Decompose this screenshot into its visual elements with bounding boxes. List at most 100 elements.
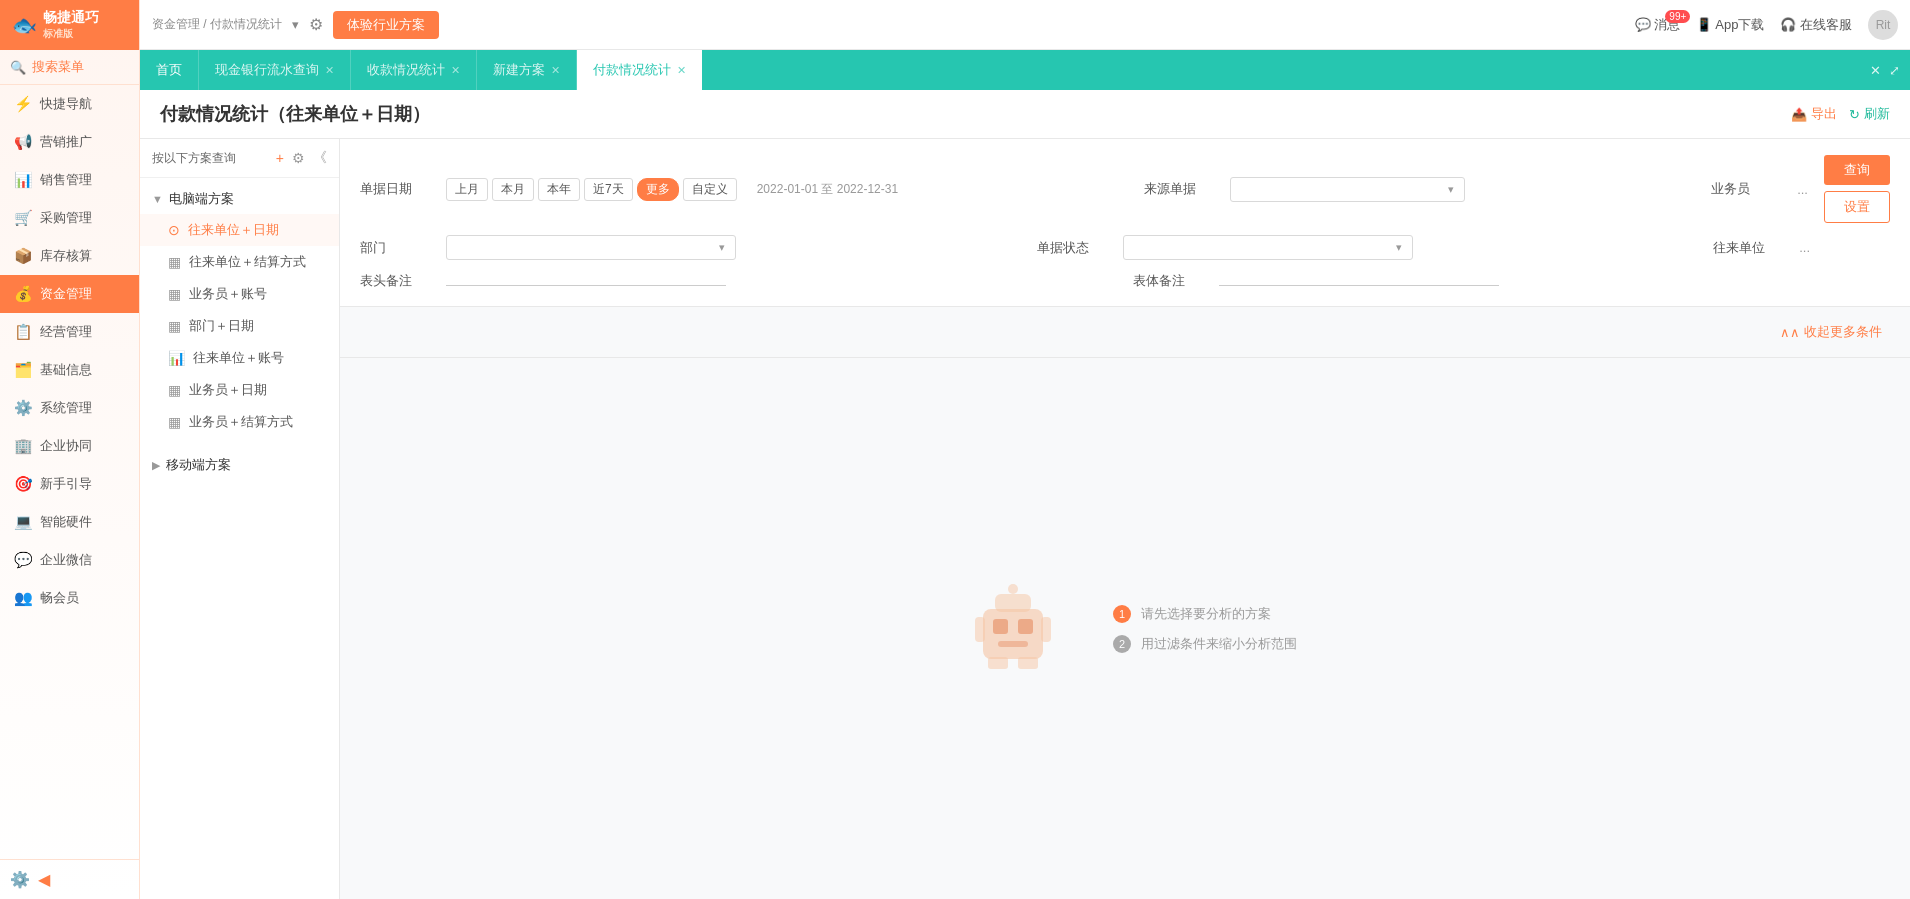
sidebar-icon-guide: 🎯: [14, 475, 32, 493]
date-btn-custom[interactable]: 自定义: [683, 178, 737, 201]
sidebar-logo: 🐟 畅捷通巧 标准版: [0, 0, 139, 50]
tree-item-staff-date[interactable]: ▦业务员＋日期: [140, 374, 339, 406]
empty-state: 1 请先选择要分析的方案 2 用过滤条件来缩小分析范围: [340, 358, 1910, 899]
tree-item-staff-settle[interactable]: ▦业务员＋结算方式: [140, 406, 339, 438]
date-range-display: 2022-01-01 至 2022-12-31: [757, 181, 898, 198]
sidebar-item-capital[interactable]: 💰 资金管理: [0, 275, 139, 313]
doc-status-arrow-icon: ▾: [1396, 241, 1402, 254]
sidebar-item-marketing[interactable]: 📢营销推广: [0, 123, 139, 161]
sidebar-label-member: 畅会员: [40, 589, 79, 607]
date-btn-last-month[interactable]: 上月: [446, 178, 488, 201]
tab-payment[interactable]: 付款情况统计✕: [577, 50, 702, 90]
collapse-btn[interactable]: ∧∧ 收起更多条件: [1772, 315, 1890, 349]
tabbar-close-icon[interactable]: ✕: [1870, 63, 1881, 78]
tree-item-unit-settle[interactable]: ▦往来单位＋结算方式: [140, 246, 339, 278]
sidebar-item-quick-nav[interactable]: ⚡快捷导航: [0, 85, 139, 123]
service-btn[interactable]: 🎧 在线客服: [1780, 16, 1852, 34]
tab-bank[interactable]: 现金银行流水查询 ✕: [199, 50, 351, 90]
refresh-btn[interactable]: ↻ 刷新: [1849, 105, 1890, 123]
dept-select[interactable]: ▾: [446, 235, 736, 260]
tree-item-dept-date[interactable]: ▦ 部门＋日期: [140, 310, 339, 342]
sidebar-label-marketing: 营销推广: [40, 133, 92, 151]
sidebar-item-inventory[interactable]: 📦库存核算: [0, 237, 139, 275]
staff-more-btn[interactable]: ...: [1797, 182, 1808, 197]
counterpart-more-btn[interactable]: ...: [1799, 240, 1810, 255]
desktop-section-header[interactable]: ▼ 电脑端方案: [140, 184, 339, 214]
tab-close-payment[interactable]: ✕: [677, 64, 686, 77]
settings-btn[interactable]: 设置: [1824, 191, 1890, 223]
tree-icon-unit-settle: ▦: [168, 254, 181, 270]
doc-status-select[interactable]: ▾: [1123, 235, 1413, 260]
desktop-section: ▼ 电脑端方案 ⊙往来单位＋日期▦往来单位＋结算方式▦业务员＋账号▦部门＋日期📊…: [140, 178, 339, 444]
sidebar-item-member[interactable]: 👥畅会员: [0, 579, 139, 617]
tabbar-expand-icon[interactable]: ⤢: [1889, 63, 1900, 78]
mobile-section-header[interactable]: ▶ 移动端方案: [140, 450, 339, 480]
breadcrumb-dropdown[interactable]: ▾: [292, 17, 299, 32]
tip-text-2: 用过滤条件来缩小分析范围: [1141, 635, 1297, 653]
topbar-settings-icon[interactable]: ⚙: [309, 15, 323, 34]
refresh-icon: ↻: [1849, 107, 1860, 122]
tab-close-bank[interactable]: ✕: [325, 64, 334, 77]
sidebar-label-system: 系统管理: [40, 399, 92, 417]
tab-close-receipt[interactable]: ✕: [451, 64, 460, 77]
sidebar-settings-icon[interactable]: ⚙️: [10, 870, 30, 889]
empty-tip-1: 1 请先选择要分析的方案: [1113, 605, 1297, 623]
scheme-settings-icon[interactable]: ⚙: [292, 150, 305, 166]
date-btn-last-7days[interactable]: 近7天: [584, 178, 633, 201]
page-title: 付款情况统计（往来单位＋日期）: [160, 102, 430, 126]
sidebar-item-hardware[interactable]: 💻智能硬件: [0, 503, 139, 541]
body-note-field[interactable]: [1219, 277, 1499, 286]
source-select[interactable]: ▾: [1230, 177, 1466, 202]
sidebar-label-hardware: 智能硬件: [40, 513, 92, 531]
sidebar-item-purchase[interactable]: 🛒采购管理: [0, 199, 139, 237]
dept-arrow-icon: ▾: [719, 241, 725, 254]
date-btn-this-month[interactable]: 本月: [492, 178, 534, 201]
tip-text-1: 请先选择要分析的方案: [1141, 605, 1271, 623]
body-note-label: 表体备注: [1133, 272, 1203, 290]
query-btn[interactable]: 查询: [1824, 155, 1890, 185]
sidebar-item-wechat[interactable]: 💬企业微信: [0, 541, 139, 579]
avatar[interactable]: Rit: [1868, 10, 1898, 40]
filter-bottom-bar: ∧∧ 收起更多条件: [340, 307, 1910, 358]
filter-row-1: 单据日期 上月 本月 本年 近7天 更多 自定义 2022-01-01 至 20…: [360, 155, 1890, 223]
trial-btn[interactable]: 体验行业方案: [333, 11, 439, 39]
date-btn-this-year[interactable]: 本年: [538, 178, 580, 201]
messages-btn[interactable]: 💬 消息 99+: [1635, 16, 1681, 34]
sidebar-item-basic[interactable]: 🗂️基础信息: [0, 351, 139, 389]
scheme-collapse-icon[interactable]: 《: [313, 149, 327, 167]
filter-panel: 单据日期 上月 本月 本年 近7天 更多 自定义 2022-01-01 至 20…: [340, 139, 1910, 899]
tree-label-staff-settle: 业务员＋结算方式: [189, 413, 293, 431]
app-icon: 📱: [1696, 17, 1712, 32]
tab-new-plan[interactable]: 新建方案✕: [477, 50, 577, 90]
tab-label-home: 首页: [156, 61, 182, 79]
tab-home[interactable]: 首页: [140, 50, 199, 90]
sidebar-item-operation[interactable]: 📋经营管理: [0, 313, 139, 351]
sidebar-item-guide[interactable]: 🎯新手引导: [0, 465, 139, 503]
sidebar-icon-sales: 📊: [14, 171, 32, 189]
tree-item-unit-account[interactable]: 📊往来单位＋账号: [140, 342, 339, 374]
sidebar-icon-operation: 📋: [14, 323, 32, 341]
tree-icon-unit-date: ⊙: [168, 222, 180, 238]
sidebar-search[interactable]: 🔍 搜索菜单: [0, 50, 139, 85]
sidebar-item-enterprise[interactable]: 🏢企业协同: [0, 427, 139, 465]
tree-label-staff-account: 业务员＋账号: [189, 285, 267, 303]
messages-badge: 99+: [1665, 10, 1690, 23]
tree-icon-dept-date: ▦: [168, 318, 181, 334]
app-download-btn[interactable]: 📱 App下载: [1696, 16, 1764, 34]
tab-label-bank: 现金银行流水查询: [215, 61, 319, 79]
sidebar-label-capital: 资金管理: [40, 285, 92, 303]
sidebar-item-system[interactable]: ⚙️系统管理: [0, 389, 139, 427]
export-btn[interactable]: 📤 导出: [1791, 105, 1837, 123]
add-scheme-icon[interactable]: +: [276, 150, 284, 166]
header-note-field[interactable]: [446, 277, 726, 286]
tree-item-unit-date[interactable]: ⊙往来单位＋日期: [140, 214, 339, 246]
tab-receipt[interactable]: 收款情况统计✕: [351, 50, 477, 90]
tree-label-dept-date: 部门＋日期: [189, 317, 254, 335]
sidebar-item-sales[interactable]: 📊销售管理: [0, 161, 139, 199]
sidebar-icon-capital: 💰: [14, 285, 32, 303]
sidebar-collapse-icon[interactable]: ◀: [38, 870, 50, 889]
tab-close-new-plan[interactable]: ✕: [551, 64, 560, 77]
tree-item-staff-account[interactable]: ▦业务员＋账号: [140, 278, 339, 310]
empty-illustration: [953, 569, 1073, 689]
date-btn-more[interactable]: 更多: [637, 178, 679, 201]
